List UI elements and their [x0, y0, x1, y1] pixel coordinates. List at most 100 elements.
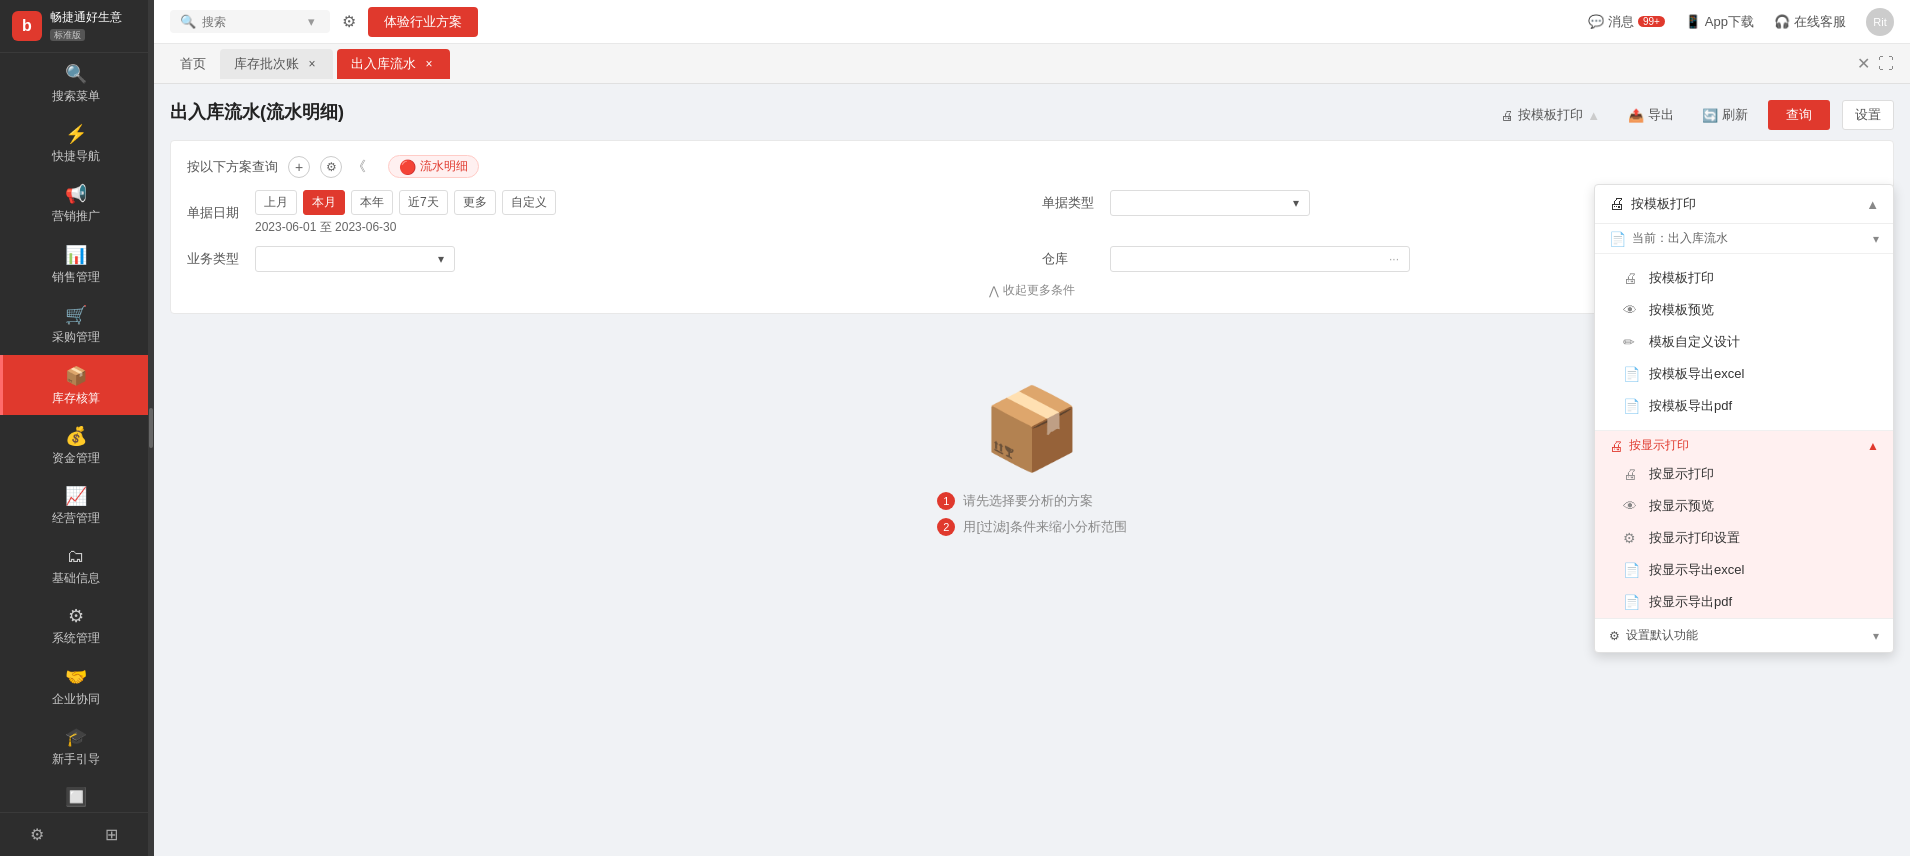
display-preview-icon: 👁: [1623, 498, 1639, 514]
header-search-box[interactable]: 🔍 ▾: [170, 10, 330, 33]
settings-bottom-btn[interactable]: ⚙: [30, 825, 44, 844]
tab-flow[interactable]: 出入库流水 ×: [337, 49, 450, 79]
template-print-btn[interactable]: 🖨 按模板打印 ▲: [1493, 102, 1608, 128]
sidebar-item-finance[interactable]: 💰 资金管理: [0, 415, 148, 475]
sidebar-item-operations[interactable]: 📈 经营管理: [0, 475, 148, 535]
template-print-arrow: ▲: [1587, 108, 1600, 123]
filter-add-btn[interactable]: +: [288, 156, 310, 178]
date-btn-more[interactable]: 更多: [454, 190, 496, 215]
app-name-container: 畅捷通好生意 标准版: [50, 10, 122, 42]
filter-tag-flow[interactable]: 🔴 流水明细: [388, 155, 479, 178]
warehouse-more-icon: ···: [1389, 252, 1399, 266]
tab-batch-account[interactable]: 库存批次账 ×: [220, 49, 333, 79]
export-btn[interactable]: 📤 导出: [1620, 102, 1682, 128]
warehouse-select[interactable]: ···: [1110, 246, 1410, 272]
current-label: 当前：出入库流水: [1632, 230, 1728, 247]
set-default-arrow: ▾: [1873, 629, 1879, 643]
display-print-header[interactable]: 🖨 按显示打印 ▲: [1595, 431, 1893, 458]
sidebar-item-search[interactable]: 🔍 搜索菜单: [0, 53, 148, 113]
sidebar-item-search-label: 搜索菜单: [52, 89, 100, 103]
app-download-btn[interactable]: 📱 App下载: [1685, 13, 1754, 31]
page-content: 出入库流水(流水明细) 🖨 按模板打印 ▲ 📤 导出 🔄 刷新 查询 设置 按以…: [154, 84, 1910, 856]
empty-icon: 📦: [982, 382, 1082, 476]
sidebar-item-inventory[interactable]: 📦 库存核算: [0, 355, 148, 415]
date-btn-7days[interactable]: 近7天: [399, 190, 448, 215]
maximize-window-btn[interactable]: ⛶: [1878, 55, 1894, 73]
close-window-btn[interactable]: ✕: [1857, 54, 1870, 73]
dropdown-display-settings-label: 按显示打印设置: [1649, 529, 1740, 547]
sidebar-item-enterprise-label: 企业协同: [52, 692, 100, 706]
dropdown-template-excel[interactable]: 📄 按模板导出excel: [1595, 358, 1893, 390]
query-btn[interactable]: 查询: [1768, 100, 1830, 130]
sidebar-item-app-center[interactable]: 🔲 应用中心: [0, 776, 148, 812]
main-area: 🔍 ▾ ⚙ 体验行业方案 💬 消息 99+ 📱 App下载 🎧 在线客服 Rit: [154, 0, 1910, 856]
dropdown-template-pdf[interactable]: 📄 按模板导出pdf: [1595, 390, 1893, 422]
date-btn-last-month[interactable]: 上月: [255, 190, 297, 215]
date-options: 上月 本月 本年 近7天 更多 自定义: [255, 190, 556, 215]
header-search-input[interactable]: [202, 15, 302, 29]
dropdown-collapse-icon[interactable]: ▲: [1866, 197, 1879, 212]
filter-setting-btn[interactable]: ⚙: [320, 156, 342, 178]
sidebar-item-quick-nav[interactable]: ⚡ 快捷导航: [0, 113, 148, 173]
refresh-btn[interactable]: 🔄 刷新: [1694, 102, 1756, 128]
set-default-row[interactable]: ⚙ 设置默认功能 ▾: [1595, 618, 1893, 652]
header-gear-btn[interactable]: ⚙: [342, 12, 356, 31]
tabs-bar: 首页 库存批次账 × 出入库流水 × ✕ ⛶: [154, 44, 1910, 84]
dropdown-display-print-settings[interactable]: ⚙ 按显示打印设置: [1595, 522, 1893, 554]
search-dropdown-icon[interactable]: ▾: [308, 14, 315, 29]
dropdown-display-excel-label: 按显示导出excel: [1649, 561, 1744, 579]
sidebar-item-purchase-label: 采购管理: [52, 330, 100, 344]
sidebar-item-basics-label: 基础信息: [52, 571, 100, 585]
sidebar-item-marketing[interactable]: 📢 营销推广: [0, 173, 148, 233]
dropdown-template-design[interactable]: ✏ 模板自定义设计: [1595, 326, 1893, 358]
sidebar-item-guide[interactable]: 🎓 新手引导: [0, 716, 148, 776]
filter-section-title: 按以下方案查询: [187, 158, 278, 176]
avatar: Rit: [1866, 8, 1894, 36]
industry-btn[interactable]: 体验行业方案: [368, 7, 478, 37]
dropdown-display-preview[interactable]: 👁 按显示预览: [1595, 490, 1893, 522]
sidebar-item-basics[interactable]: 🗂 基础信息: [0, 536, 148, 595]
dropdown-template-preview[interactable]: 👁 按模板预览: [1595, 294, 1893, 326]
app-download-label: App下载: [1705, 13, 1754, 31]
settings-btn[interactable]: 设置: [1842, 100, 1894, 130]
message-badge: 99+: [1638, 16, 1665, 27]
date-btn-this-month[interactable]: 本月: [303, 190, 345, 215]
tab-batch-account-close[interactable]: ×: [305, 57, 319, 71]
dropdown-template-excel-label: 按模板导出excel: [1649, 365, 1744, 383]
sidebar-item-sales-label: 销售管理: [52, 270, 100, 284]
download-icon: 📱: [1685, 14, 1701, 29]
dropdown-display-pdf[interactable]: 📄 按显示导出pdf: [1595, 586, 1893, 618]
filter-collapse-btn[interactable]: 《: [352, 158, 366, 176]
sidebar-item-purchase[interactable]: 🛒 采购管理: [0, 294, 148, 354]
display-section-arrow: ▲: [1867, 439, 1879, 453]
filter-field-business: 业务类型 ▾: [187, 246, 1022, 272]
sidebar: b 畅捷通好生意 标准版 🔍 搜索菜单 ⚡ 快捷导航 📢 营销推广 📊 销售管理…: [0, 0, 148, 856]
tab-flow-close[interactable]: ×: [422, 57, 436, 71]
date-btn-custom[interactable]: 自定义: [502, 190, 556, 215]
empty-step-1: 1 请先选择要分析的方案: [937, 492, 1126, 510]
doc-type-arrow: ▾: [1293, 196, 1299, 210]
dropdown-display-excel[interactable]: 📄 按显示导出excel: [1595, 554, 1893, 586]
business-type-label: 业务类型: [187, 250, 247, 268]
business-type-arrow: ▾: [438, 252, 444, 266]
sidebar-item-system[interactable]: ⚙ 系统管理: [0, 595, 148, 655]
dropdown-template-print[interactable]: 🖨 按模板打印: [1595, 262, 1893, 294]
dropdown-display-print[interactable]: 🖨 按显示打印: [1595, 458, 1893, 490]
empty-steps: 1 请先选择要分析的方案 2 用[过滤]条件来缩小分析范围: [937, 492, 1126, 536]
dropdown-panel-header: 🖨 按模板打印 ▲: [1595, 185, 1893, 224]
app-logo-icon: b: [12, 11, 42, 41]
collapse-sidebar-btn[interactable]: ⊞: [105, 825, 118, 844]
sidebar-item-enterprise[interactable]: 🤝 企业协同: [0, 656, 148, 716]
template-preview-icon: 👁: [1623, 302, 1639, 318]
user-avatar-btn[interactable]: Rit: [1866, 8, 1894, 36]
business-type-select[interactable]: ▾: [255, 246, 455, 272]
date-btn-this-year[interactable]: 本年: [351, 190, 393, 215]
doc-type-select[interactable]: ▾: [1110, 190, 1310, 216]
tab-home[interactable]: 首页: [170, 49, 216, 79]
dropdown-template-print-label: 按模板打印: [1649, 269, 1714, 287]
sidebar-item-sales[interactable]: 📊 销售管理: [0, 234, 148, 294]
online-service-btn[interactable]: 🎧 在线客服: [1774, 13, 1846, 31]
message-btn[interactable]: 💬 消息 99+: [1588, 13, 1665, 31]
display-pdf-icon: 📄: [1623, 594, 1639, 610]
app-badge: 标准版: [50, 29, 85, 41]
